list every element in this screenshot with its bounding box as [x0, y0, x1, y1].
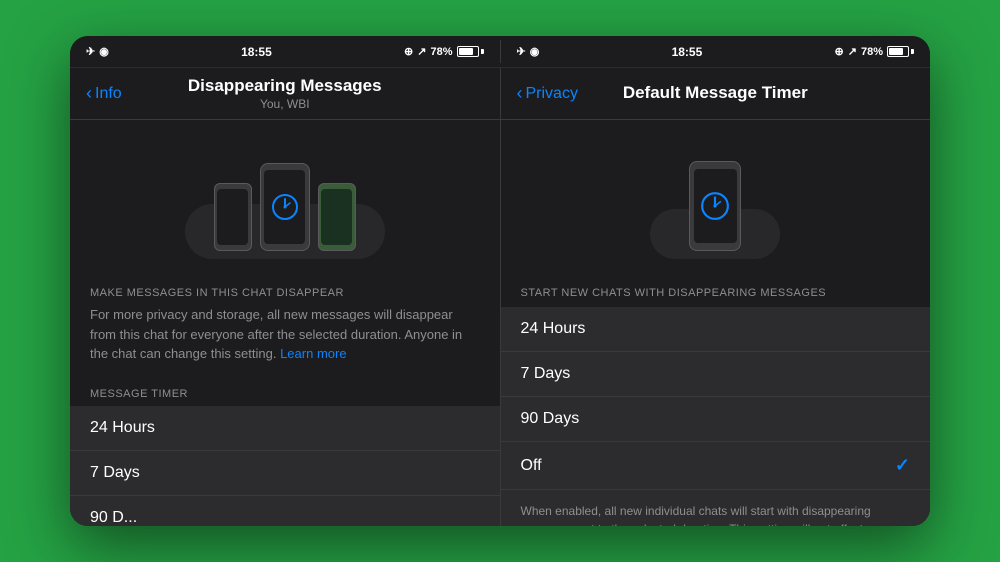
option-7d[interactable]: 7 Days — [70, 451, 500, 496]
location-icon: ⊕ — [404, 45, 413, 58]
status-bar-left: ✈ ◉ 18:55 ⊕ ↗ 78% — [70, 36, 500, 67]
right-option-off[interactable]: Off ✓ — [501, 442, 931, 489]
phone-right — [318, 183, 356, 251]
device-container: ✈ ◉ 18:55 ⊕ ↗ 78% ✈ ◉ 18:55 ⊕ — [70, 36, 930, 526]
right-nav-bar: ‹ Privacy Default Message Timer — [501, 68, 931, 120]
left-scroll-area[interactable]: MAKE MESSAGES IN THIS CHAT DISAPPEAR For… — [70, 120, 500, 526]
right-nav-title: Default Message Timer — [623, 83, 808, 103]
right-scroll-area[interactable]: START NEW CHATS WITH DISAPPEARING MESSAG… — [501, 120, 931, 526]
wifi-icon-r: ◉ — [530, 45, 540, 58]
back-label-right: Privacy — [526, 85, 578, 103]
left-nav-bar: ‹ Info Disappearing Messages You, WBI — [70, 68, 500, 120]
left-hero-area — [70, 120, 500, 275]
battery-percent-left: 78% — [430, 46, 452, 58]
phone-group — [214, 163, 356, 259]
right-option-off-label: Off — [521, 457, 542, 475]
timer-icon-center — [271, 193, 299, 221]
phone-right-screen — [321, 189, 352, 245]
location-icon-r: ⊕ — [835, 45, 844, 58]
right-hero-area — [501, 120, 931, 275]
left-panel: ‹ Info Disappearing Messages You, WBI — [70, 68, 500, 526]
right-option-90d[interactable]: 90 Days — [501, 397, 931, 442]
back-button-right[interactable]: ‹ Privacy — [517, 85, 578, 103]
right-option-7d-label: 7 Days — [521, 365, 571, 383]
description-text: For more privacy and storage, all new me… — [70, 305, 500, 376]
description-body: For more privacy and storage, all new me… — [90, 307, 462, 361]
battery-icon-right — [887, 46, 914, 57]
left-nav-subtitle: You, WBI — [188, 97, 382, 111]
right-panel: ‹ Privacy Default Message Timer — [501, 68, 931, 526]
left-status-icons: ✈ ◉ — [86, 45, 109, 58]
time-right: 18:55 — [672, 45, 703, 59]
footer-description: When enabled, all new individual chats w… — [501, 489, 931, 526]
timer-icon-single — [700, 191, 730, 221]
right-option-7d[interactable]: 7 Days — [501, 352, 931, 397]
option-90d-label: 90 D... — [90, 509, 137, 527]
airplane-icon: ✈ — [86, 45, 95, 58]
back-label-left: Info — [95, 85, 122, 103]
make-disappear-label: MAKE MESSAGES IN THIS CHAT DISAPPEAR — [70, 275, 500, 305]
time-left: 18:55 — [241, 45, 272, 59]
footer-text: When enabled, all new individual chats w… — [521, 504, 890, 526]
battery-percent-right: 78% — [861, 46, 883, 58]
signal-icon: ↗ — [417, 45, 426, 58]
chevron-left-icon-right: ‹ — [517, 84, 523, 102]
right-option-24h-label: 24 Hours — [521, 320, 586, 338]
right-option-24h[interactable]: 24 Hours — [501, 307, 931, 352]
phone-single — [689, 161, 741, 251]
phones-illustration — [175, 144, 395, 259]
signal-icon-r: ↗ — [848, 45, 857, 58]
phone-left — [214, 183, 252, 251]
option-7d-label: 7 Days — [90, 464, 140, 482]
status-bar-right: ✈ ◉ 18:55 ⊕ ↗ 78% — [501, 36, 931, 67]
right-options-list: 24 Hours 7 Days 90 Days Off ✓ — [501, 307, 931, 489]
left-timer-options: 24 Hours 7 Days 90 D... — [70, 406, 500, 527]
right-status-icons-left: ⊕ ↗ 78% — [404, 45, 483, 58]
panels: ‹ Info Disappearing Messages You, WBI — [70, 68, 930, 526]
start-new-chats-label: START NEW CHATS WITH DISAPPEARING MESSAG… — [501, 275, 931, 307]
status-bar: ✈ ◉ 18:55 ⊕ ↗ 78% ✈ ◉ 18:55 ⊕ — [70, 36, 930, 68]
option-24h[interactable]: 24 Hours — [70, 406, 500, 451]
learn-more-link[interactable]: Learn more — [280, 346, 346, 361]
option-90d-partial[interactable]: 90 D... — [70, 496, 500, 527]
right-status-icons-right: ⊕ ↗ 78% — [835, 45, 914, 58]
right-option-90d-label: 90 Days — [521, 410, 580, 428]
back-button-left[interactable]: ‹ Info — [86, 85, 122, 103]
right-nav-title-group: Default Message Timer — [623, 83, 808, 103]
message-timer-label: MESSAGE TIMER — [70, 376, 500, 406]
phone-left-screen — [217, 189, 248, 245]
chevron-left-icon: ‹ — [86, 84, 92, 102]
option-24h-label: 24 Hours — [90, 419, 155, 437]
single-phone-illustration — [655, 144, 775, 259]
phone-center — [260, 163, 310, 251]
phone-center-screen — [264, 170, 305, 243]
phone-single-screen — [694, 169, 737, 244]
airplane-icon-r: ✈ — [517, 45, 526, 58]
left-status-icons-right: ✈ ◉ — [517, 45, 540, 58]
wifi-icon: ◉ — [99, 45, 109, 58]
left-nav-title-group: Disappearing Messages You, WBI — [188, 76, 382, 110]
battery-icon-left — [457, 46, 484, 57]
checkmark-icon: ✓ — [895, 455, 910, 476]
left-nav-title: Disappearing Messages — [188, 76, 382, 96]
